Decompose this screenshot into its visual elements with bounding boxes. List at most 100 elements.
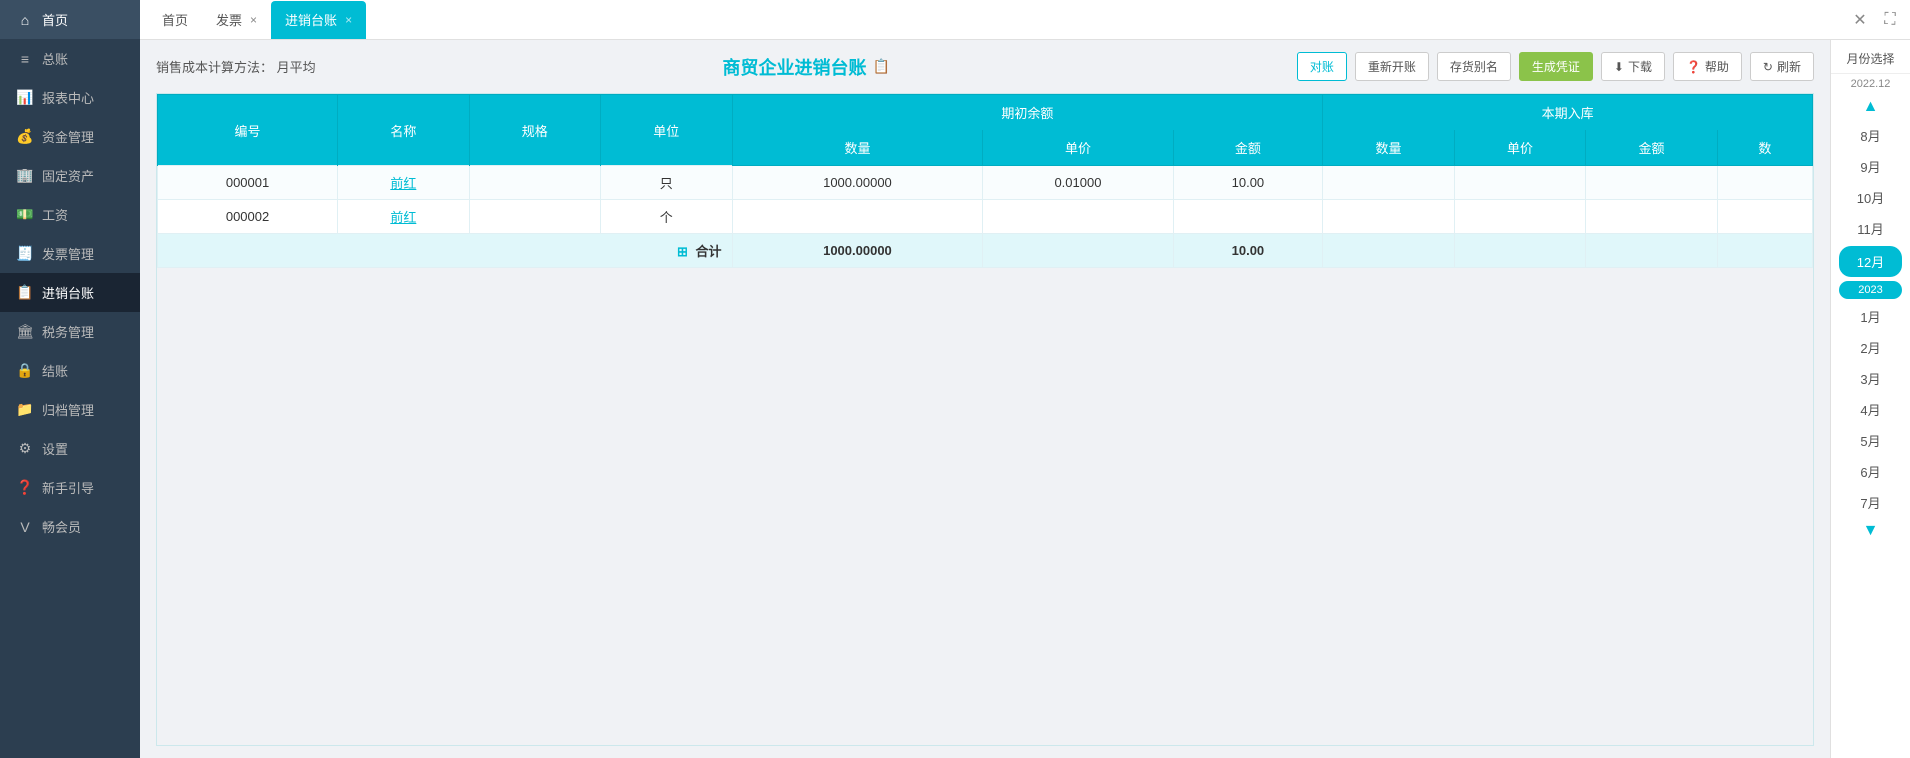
month-item-4[interactable]: 4月 xyxy=(1831,394,1910,425)
sidebar-item-invoice[interactable]: 🧾 发票管理 xyxy=(0,234,140,273)
sidebar-item-label: 归档管理 xyxy=(42,400,94,419)
col-header-in-price: 单价 xyxy=(1454,130,1585,166)
month-item-6[interactable]: 6月 xyxy=(1831,456,1910,487)
sidebar-item-label: 资金管理 xyxy=(42,127,94,146)
cell-begin-price: 0.01000 xyxy=(983,166,1173,200)
tab-invoice[interactable]: 发票 × xyxy=(202,1,271,39)
info-icon[interactable]: 📋 xyxy=(873,58,890,75)
total-label: ⊞ 合计 xyxy=(158,234,733,268)
month-item-2[interactable]: 2月 xyxy=(1831,332,1910,363)
scroll-down-button[interactable]: ▼ xyxy=(1831,518,1910,544)
month-item-9[interactable]: 9月 xyxy=(1831,151,1910,182)
col-header-spec: 规格 xyxy=(469,95,600,166)
save-name-button[interactable]: 存货别名 xyxy=(1437,52,1511,81)
tax-icon: 🏛 xyxy=(16,323,34,340)
sidebar-item-label: 设置 xyxy=(42,439,68,458)
cost-method: 销售成本计算方法： 月平均 xyxy=(156,57,316,76)
cell-begin-qty: 1000.00000 xyxy=(732,166,983,200)
sidebar-item-settings[interactable]: ⚙ 设置 xyxy=(0,429,140,468)
month-item-12[interactable]: 12月 xyxy=(1839,246,1902,277)
sidebar-item-label: 新手引导 xyxy=(42,478,94,497)
assets-icon: 🏢 xyxy=(16,167,34,184)
sidebar-item-archive[interactable]: 📁 归档管理 xyxy=(0,390,140,429)
col-header-begin-amount: 金额 xyxy=(1173,130,1323,166)
help-icon: ❓ xyxy=(1686,60,1701,74)
refresh-button[interactable]: ↻ 刷新 xyxy=(1750,52,1814,81)
cell-in-qty xyxy=(1323,166,1454,200)
total-in-amount xyxy=(1586,234,1717,268)
sidebar-item-close[interactable]: 🔒 结账 xyxy=(0,351,140,390)
tab-invoice-close[interactable]: × xyxy=(250,13,257,27)
cell-unit: 只 xyxy=(601,166,732,200)
col-header-no: 编号 xyxy=(158,95,338,166)
archive-icon: 📁 xyxy=(16,401,34,418)
month-item-5[interactable]: 5月 xyxy=(1831,425,1910,456)
cost-method-label: 销售成本计算方法： xyxy=(156,60,273,75)
data-table-container: 编号 名称 规格 单位 期初余额 本期入库 数量 单价 金额 数量 xyxy=(156,93,1814,746)
cell-name[interactable]: 前红 xyxy=(338,166,469,200)
sidebar-item-guide[interactable]: ❓ 新手引导 xyxy=(0,468,140,507)
month-item-3[interactable]: 3月 xyxy=(1831,363,1910,394)
toolbar-buttons: 对账 重新开账 存货别名 生成凭证 ⬇ 下载 xyxy=(1297,52,1814,81)
sidebar-item-assets[interactable]: 🏢 固定资产 xyxy=(0,156,140,195)
total-in-price xyxy=(1454,234,1585,268)
cell-begin-amount xyxy=(1173,200,1323,234)
col-header-in-amount: 金额 xyxy=(1586,130,1717,166)
sidebar-item-label: 报表中心 xyxy=(42,88,94,107)
cell-unit: 个 xyxy=(601,200,732,234)
cell-in-extra xyxy=(1717,166,1812,200)
download-button[interactable]: ⬇ 下载 xyxy=(1601,52,1665,81)
month-item-8[interactable]: 8月 xyxy=(1831,120,1910,151)
sidebar-item-label: 总账 xyxy=(42,49,68,68)
sidebar-item-reports[interactable]: 📊 报表中心 xyxy=(0,78,140,117)
col-header-period-begin: 期初余额 xyxy=(732,95,1323,131)
invoice-icon: 🧾 xyxy=(16,245,34,262)
col-header-period-in: 本期入库 xyxy=(1323,95,1813,131)
page-title-area: 商贸企业进销台账 📋 xyxy=(723,54,890,80)
cell-name[interactable]: 前红 xyxy=(338,200,469,234)
sidebar-item-label: 畅会员 xyxy=(42,517,81,536)
tab-home[interactable]: 首页 xyxy=(148,1,202,39)
sidebar-item-ledger[interactable]: ≡ 总账 xyxy=(0,39,140,78)
tab-purchase-sales[interactable]: 进销台账 × xyxy=(271,1,366,39)
cell-no: 000001 xyxy=(158,166,338,200)
ledger-icon: ≡ xyxy=(16,51,34,67)
guide-icon: ❓ xyxy=(16,479,34,496)
reopen-button[interactable]: 重新开账 xyxy=(1355,52,1429,81)
help-button[interactable]: ❓ 帮助 xyxy=(1673,52,1742,81)
settings-icon: ⚙ xyxy=(16,440,34,457)
month-item-11[interactable]: 11月 xyxy=(1831,213,1910,244)
cell-in-price xyxy=(1454,166,1585,200)
sidebar-item-label: 结账 xyxy=(42,361,68,380)
page-title: 商贸企业进销台账 xyxy=(723,54,867,80)
total-in-extra xyxy=(1717,234,1812,268)
sidebar-item-funds[interactable]: 💰 资金管理 xyxy=(0,117,140,156)
sidebar-item-salary[interactable]: 💵 工资 xyxy=(0,195,140,234)
sidebar-item-home[interactable]: ⌂ 首页 xyxy=(0,0,140,39)
month-item-7[interactable]: 7月 xyxy=(1831,487,1910,518)
sidebar-item-purchase-sales[interactable]: 📋 进销台账 xyxy=(0,273,140,312)
sidebar-item-label: 发票管理 xyxy=(42,244,94,263)
month-item-1[interactable]: 1月 xyxy=(1831,301,1910,332)
sidebar-item-label: 进销台账 xyxy=(42,283,94,302)
total-in-qty xyxy=(1323,234,1454,268)
generate-voucher-button[interactable]: 生成凭证 xyxy=(1519,52,1593,81)
window-controls: ✕ ⛶ xyxy=(1848,8,1902,32)
sidebar-item-vip[interactable]: V 畅会员 xyxy=(0,507,140,546)
total-begin-price xyxy=(983,234,1173,268)
sidebar-item-tax[interactable]: 🏛 税务管理 xyxy=(0,312,140,351)
tab-purchase-sales-close[interactable]: × xyxy=(345,13,352,27)
cell-begin-amount: 10.00 xyxy=(1173,166,1323,200)
window-close-button[interactable]: ✕ xyxy=(1848,8,1872,32)
col-header-in-qty: 数量 xyxy=(1323,130,1454,166)
month-item-10[interactable]: 10月 xyxy=(1831,182,1910,213)
salary-icon: 💵 xyxy=(16,206,34,223)
window-maximize-button[interactable]: ⛶ xyxy=(1878,8,1902,32)
scroll-up-button[interactable]: ▲ xyxy=(1831,94,1910,120)
top-bar: 销售成本计算方法： 月平均 商贸企业进销台账 📋 对账 重新开账 存货别名 xyxy=(156,52,1814,81)
match-button[interactable]: 对账 xyxy=(1297,52,1347,81)
month-selector-title: 月份选择 xyxy=(1831,44,1910,74)
vip-icon: V xyxy=(16,519,34,535)
close-account-icon: 🔒 xyxy=(16,362,34,379)
sidebar-item-label: 税务管理 xyxy=(42,322,94,341)
